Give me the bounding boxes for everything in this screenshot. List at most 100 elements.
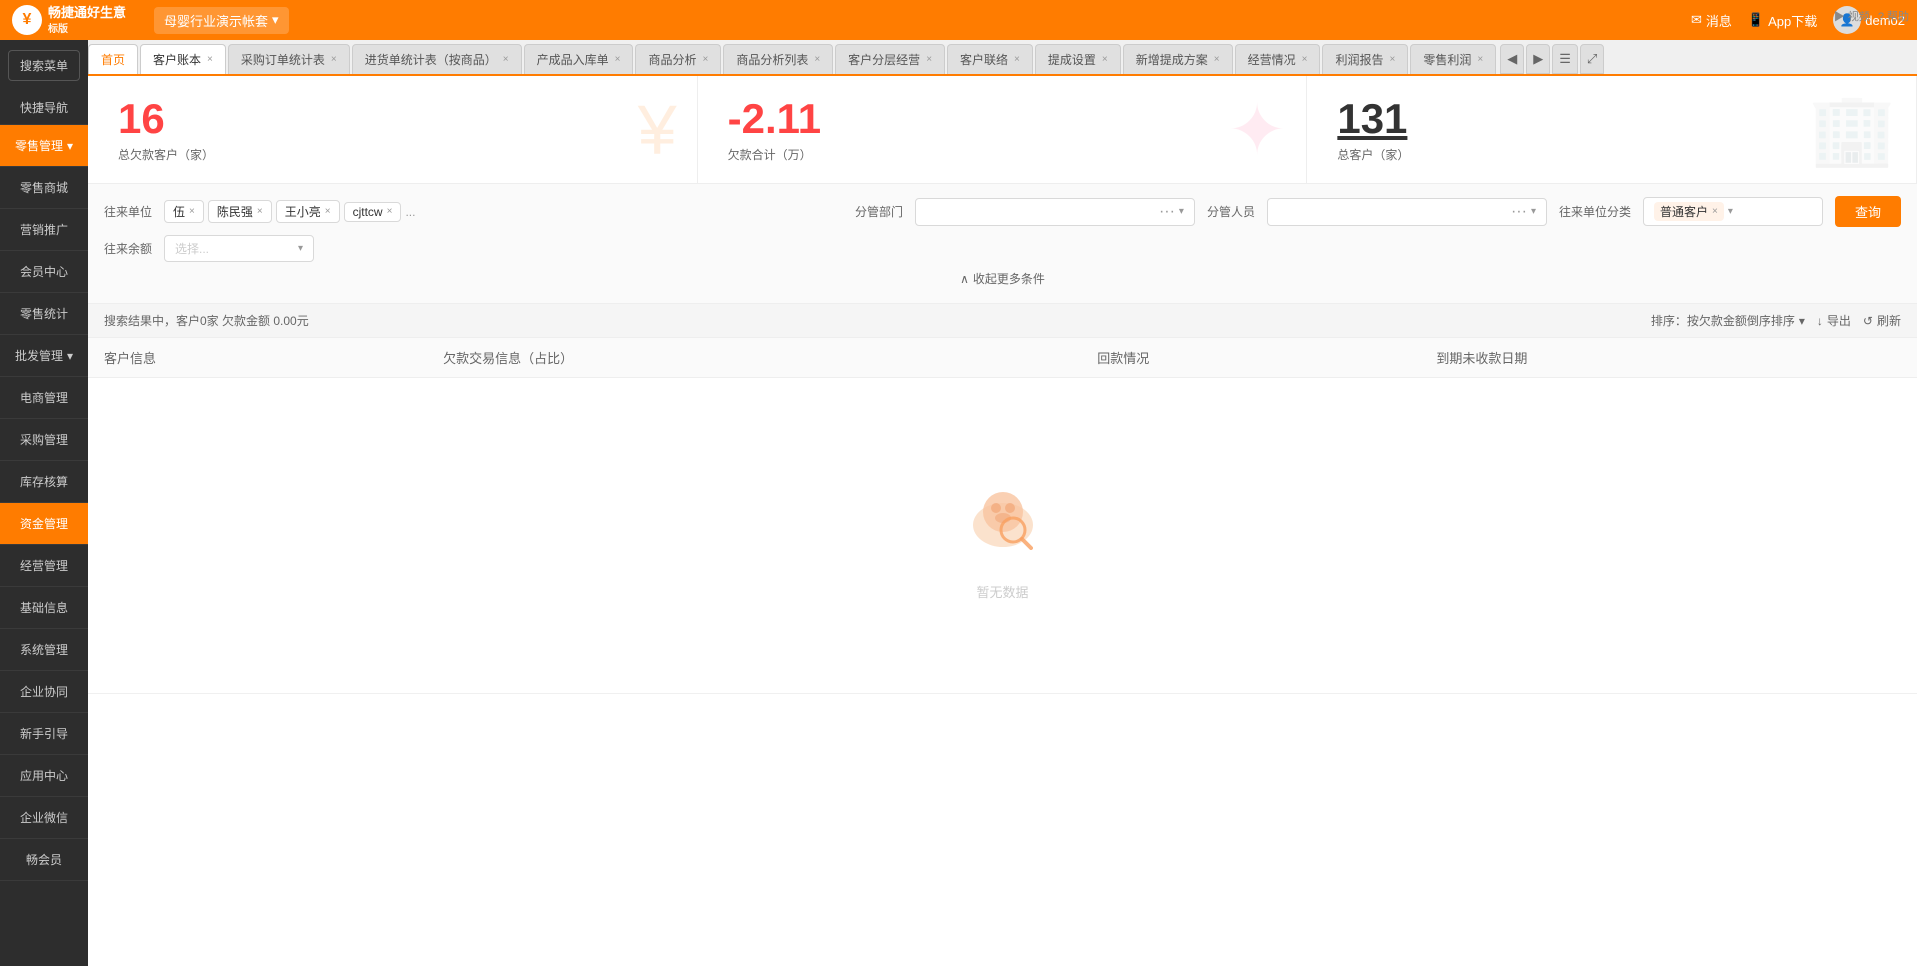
sidebar-item-business[interactable]: 经营管理: [0, 545, 88, 587]
chevron-icon-wholesale: ▾: [67, 349, 73, 363]
sidebar-label-retail: 零售管理: [15, 137, 63, 154]
stat-label-customers: 总欠款客户（家）: [118, 146, 214, 163]
sidebar-item-inventory[interactable]: 库存核算: [0, 461, 88, 503]
dept-filter-label: 分管部门: [855, 203, 903, 220]
tab-purchase-goods[interactable]: 进货单统计表（按商品） ×: [352, 44, 522, 74]
filter-more-tags[interactable]: ...: [405, 205, 415, 219]
sidebar-item-enterprise[interactable]: 企业协同: [0, 671, 88, 713]
content-area: 首页 客户账本 × 采购订单统计表 × 进货单统计表（按商品） × 产成品入库单…: [88, 40, 1917, 966]
sidebar-item-system[interactable]: 系统管理: [0, 629, 88, 671]
dept-filter-select[interactable]: ··· ▾: [915, 198, 1195, 226]
balance-placeholder: 选择...: [175, 240, 294, 257]
tab-close-commission-settings[interactable]: ×: [1102, 54, 1108, 65]
tab-add-commission[interactable]: 新增提成方案 ×: [1123, 44, 1233, 74]
tab-nav-next[interactable]: ▶: [1526, 44, 1550, 74]
empty-row: 暂无数据: [88, 378, 1917, 694]
customer-bg-icon: ¥: [638, 90, 677, 170]
tag-wang-close[interactable]: ×: [325, 206, 331, 217]
filter-bar: 往来单位 伍 × 陈民强 × 王小亮: [88, 184, 1917, 304]
filter-tag-cj: cjttcw ×: [344, 202, 402, 222]
category-tag-close[interactable]: ×: [1712, 206, 1718, 217]
dept-more-btn[interactable]: ···: [1159, 203, 1175, 221]
tab-close-profit-report[interactable]: ×: [1389, 54, 1395, 65]
sidebar-label-member: 会员中心: [20, 265, 68, 279]
workspace-selector[interactable]: 母婴行业演示帐套 ▾: [154, 7, 289, 34]
tab-product-in[interactable]: 产成品入库单 ×: [524, 44, 634, 74]
stat-number-customers: 16: [118, 96, 165, 142]
quick-nav-button[interactable]: 快捷导航: [0, 91, 88, 125]
top-bar-left: ¥ 畅捷通好生意 标版 母婴行业演示帐套 ▾: [12, 5, 289, 36]
tab-customer-contact[interactable]: 客户联络 ×: [947, 44, 1033, 74]
tab-close-retail-profit[interactable]: ×: [1477, 54, 1483, 65]
sidebar-label-guide: 新手引导: [20, 727, 68, 741]
tab-nav-list[interactable]: ☰: [1552, 44, 1578, 74]
balance-filter-select[interactable]: 选择... ▾: [164, 235, 314, 262]
message-btn[interactable]: ✉ 消息: [1691, 11, 1732, 30]
sidebar-item-purchase[interactable]: 采购管理: [0, 419, 88, 461]
logo-icon: ¥: [12, 5, 42, 35]
sidebar-item-wholesale[interactable]: 批发管理 ▾: [0, 335, 88, 377]
tab-close-business-status[interactable]: ×: [1302, 54, 1308, 65]
tab-close-customer-contact[interactable]: ×: [1014, 54, 1020, 65]
tab-goods-analysis[interactable]: 商品分析 ×: [635, 44, 721, 74]
query-button[interactable]: 查询: [1835, 196, 1901, 227]
tab-close-purchase-stats[interactable]: ×: [331, 54, 337, 65]
category-filter-select[interactable]: 普通客户 × ▾: [1643, 197, 1823, 226]
tab-close-customer-ledger[interactable]: ×: [207, 54, 213, 65]
sidebar-item-vip-member[interactable]: 畅会员: [0, 839, 88, 881]
sidebar-item-basic-info[interactable]: 基础信息: [0, 587, 88, 629]
stat-number-total: 131: [1337, 96, 1407, 142]
collapse-filter-btn[interactable]: ∧ 收起更多条件: [104, 270, 1901, 287]
tab-customer-ledger[interactable]: 客户账本 ×: [140, 44, 226, 74]
tab-expand[interactable]: ⤢: [1580, 44, 1604, 74]
tab-close-purchase-goods[interactable]: ×: [503, 54, 509, 65]
person-filter-select[interactable]: ··· ▾: [1267, 198, 1547, 226]
tab-close-goods-list[interactable]: ×: [814, 54, 820, 65]
dept-chevron-icon: ▾: [1179, 206, 1184, 217]
search-menu-button[interactable]: 搜索菜单: [8, 50, 80, 81]
top-bar: ¥ 畅捷通好生意 标版 母婴行业演示帐套 ▾ ✉ 消息 📱 App下载 👤: [0, 0, 1917, 40]
main-layout: 搜索菜单 快捷导航 零售管理 ▾ 零售商城 营销推广 会员中心 零售统计: [0, 40, 1917, 966]
tab-home[interactable]: 首页: [88, 44, 138, 74]
person-more-btn[interactable]: ···: [1511, 203, 1527, 221]
sidebar-item-retail-stats[interactable]: 零售统计: [0, 293, 88, 335]
sidebar-item-wechat-work[interactable]: 企业微信: [0, 797, 88, 839]
tag-wu-close[interactable]: ×: [189, 206, 195, 217]
tab-close-add-commission[interactable]: ×: [1214, 54, 1220, 65]
tab-retail-profit[interactable]: 零售利润 ×: [1410, 44, 1496, 74]
sidebar-item-retail[interactable]: 零售管理 ▾: [0, 125, 88, 167]
export-button[interactable]: ↓ 导出: [1817, 312, 1851, 329]
tab-close-goods-analysis[interactable]: ×: [702, 54, 708, 65]
tag-chen-close[interactable]: ×: [257, 206, 263, 217]
tab-close-customer-layer[interactable]: ×: [926, 54, 932, 65]
stat-label-total: 总客户（家）: [1337, 146, 1409, 163]
tab-commission-settings[interactable]: 提成设置 ×: [1035, 44, 1121, 74]
tab-close-product-in[interactable]: ×: [615, 54, 621, 65]
logo-text: 畅捷通好生意: [48, 5, 126, 21]
tab-goods-list-label: 商品分析列表: [736, 51, 808, 68]
sidebar-item-guide[interactable]: 新手引导: [0, 713, 88, 755]
sort-label: 排序：按欠款金额倒序排序: [1651, 312, 1795, 329]
sidebar: 搜索菜单 快捷导航 零售管理 ▾ 零售商城 营销推广 会员中心 零售统计: [0, 40, 88, 966]
tab-goods-list[interactable]: 商品分析列表 ×: [723, 44, 833, 74]
sort-select[interactable]: 排序：按欠款金额倒序排序 ▾: [1651, 312, 1805, 329]
tab-purchase-stats[interactable]: 采购订单统计表 ×: [228, 44, 350, 74]
app-download-btn[interactable]: 📱 App下载: [1748, 11, 1817, 30]
category-tag-text: 普通客户: [1660, 203, 1708, 220]
refresh-button[interactable]: ↺ 刷新: [1863, 312, 1901, 329]
sidebar-item-ecommerce[interactable]: 电商管理: [0, 377, 88, 419]
sidebar-item-retail-mall[interactable]: 零售商城: [0, 167, 88, 209]
tag-wang-text: 王小亮: [285, 203, 321, 220]
tab-business-status[interactable]: 经营情况 ×: [1235, 44, 1321, 74]
sidebar-item-marketing[interactable]: 营销推广: [0, 209, 88, 251]
sidebar-item-app-center[interactable]: 应用中心: [0, 755, 88, 797]
sidebar-label-retail-mall: 零售商城: [20, 181, 68, 195]
sidebar-item-finance[interactable]: 资金管理: [0, 503, 88, 545]
tag-cj-close[interactable]: ×: [387, 206, 393, 217]
sidebar-search-area: 搜索菜单: [0, 40, 88, 91]
sidebar-item-member[interactable]: 会员中心: [0, 251, 88, 293]
tab-nav-prev[interactable]: ◀: [1500, 44, 1524, 74]
data-table: 客户信息 欠款交易信息（占比） 回款情况 到期未收款日期: [88, 338, 1917, 694]
tab-profit-report[interactable]: 利润报告 ×: [1322, 44, 1408, 74]
tab-customer-layer[interactable]: 客户分层经营 ×: [835, 44, 945, 74]
